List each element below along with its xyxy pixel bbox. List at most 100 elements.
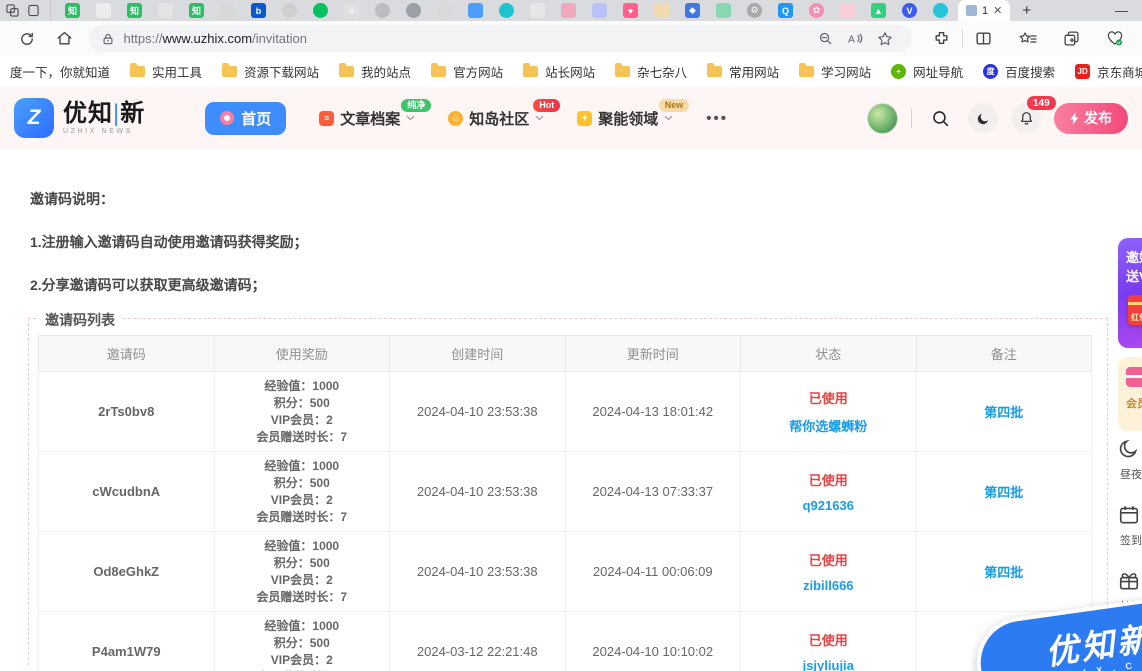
nav-item-home[interactable]: 首页 [205,102,286,135]
invite-vip-banner[interactable]: 邀好送V 红包 [1118,238,1142,348]
favorites-list-icon[interactable] [1013,25,1043,53]
browser-tab[interactable] [429,0,460,21]
status-user-link[interactable]: jsjyliujia [742,658,915,671]
member-gift-banner[interactable]: 会员 [1118,357,1142,431]
user-avatar[interactable] [867,103,898,134]
url-text[interactable]: https://www.uzhix.com/invitation [123,31,810,46]
folder-icon [707,66,722,77]
bookmark-item[interactable]: 度百度搜索 [983,62,1055,81]
reward-line: 会员赠送时长：7 [216,429,389,446]
status-user-link[interactable]: q921636 [742,498,915,513]
browser-tab[interactable] [460,0,491,21]
table-row: 2rTs0bv8经验值：1000积分：500VIP会员：2会员赠送时长：7202… [39,372,1092,452]
right-promo-column: 邀好送V 红包 会员 [1118,238,1142,431]
browser-tab[interactable]: ▲ [863,0,894,21]
bookmark-item[interactable]: 资源下载网站 [222,62,319,81]
table-row: P4am1W79经验值：1000积分：500VIP会员：2会员赠送时长：7202… [39,612,1092,671]
browser-tab[interactable]: ◆ [677,0,708,21]
browser-tab[interactable]: ⚙ [739,0,770,21]
table-column-header: 状态 [741,336,917,372]
read-aloud-icon[interactable]: A [840,25,870,53]
browser-tab[interactable]: 知 [119,0,150,21]
browser-tab[interactable] [646,0,677,21]
refresh-button[interactable] [12,25,42,53]
remark-link[interactable]: 第四批 [984,405,1023,420]
active-tab[interactable]: 1 ✕ [958,0,1010,21]
bookmark-item[interactable]: 度一下，你就知道 [10,62,110,81]
tab-search-icon[interactable] [27,4,40,17]
community-icon: ☺ [448,111,463,126]
browser-tab[interactable] [584,0,615,21]
browser-tab[interactable]: ♥ [615,0,646,21]
browser-tab[interactable]: b [243,0,274,21]
dark-mode-toggle[interactable] [968,103,998,133]
browser-tab[interactable] [708,0,739,21]
archive-icon: ≡ [319,111,334,126]
browser-tab[interactable] [491,0,522,21]
browser-tab[interactable] [305,0,336,21]
new-tab-button[interactable]: + [1022,2,1031,19]
favorite-star-icon[interactable] [870,25,900,53]
extensions-icon[interactable] [926,25,956,53]
browser-toolbar: https://www.uzhix.com/invitation A [0,21,1142,56]
remark-link[interactable]: 第四批 [984,485,1023,500]
bookmark-item[interactable]: JD京东商城 [1075,62,1142,81]
lock-icon[interactable] [101,32,115,46]
bookmark-item[interactable]: 站长网站 [523,62,595,81]
status-user-link[interactable]: zibill666 [742,578,915,593]
browser-tab[interactable] [832,0,863,21]
nav-item-3[interactable]: ✦聚能领域New [577,108,673,129]
bookmark-item[interactable]: 常用网站 [707,62,779,81]
minimize-button[interactable]: — [1115,0,1128,21]
tab-close-icon[interactable]: ✕ [993,4,1002,17]
split-screen-icon[interactable] [969,25,999,53]
browser-tab[interactable] [398,0,429,21]
workspaces-icon[interactable] [6,4,19,17]
browser-tab[interactable] [925,0,956,21]
moon-icon [976,111,991,126]
browser-tab[interactable]: V [894,0,925,21]
browser-tab[interactable] [367,0,398,21]
site-search-icon[interactable] [925,104,955,132]
browser-tab[interactable] [150,0,181,21]
floating-tool-签到[interactable]: 签到 [1118,504,1142,548]
updated-time-cell: 2024-04-10 10:10:02 [565,612,741,671]
floating-tool-昼夜[interactable]: 昼夜 [1118,438,1142,482]
home-button[interactable] [50,25,80,53]
table-row: cWcudbnA经验值：1000积分：500VIP会员：2会员赠送时长：7202… [39,452,1092,532]
zoom-out-icon[interactable] [810,25,840,53]
address-bar[interactable]: https://www.uzhix.com/invitation A [89,25,912,52]
collections-icon[interactable] [1057,25,1087,53]
bookmark-item[interactable]: 我的站点 [339,62,411,81]
nav-item-1[interactable]: ≡文章档案纯净 [319,108,415,129]
browser-tab[interactable]: 知 [57,0,88,21]
created-time-cell: 2024-04-10 23:53:38 [390,452,566,532]
remark-link[interactable]: 第四批 [984,565,1023,580]
bookmark-item[interactable]: 学习网站 [799,62,871,81]
bookmark-label: 京东商城 [1097,62,1142,81]
publish-button[interactable]: 发布 [1054,103,1128,134]
bookmark-item[interactable]: 实用工具 [130,62,202,81]
notifications-button[interactable]: 149 [1011,103,1041,133]
nav-more-button[interactable]: ••• [706,110,728,127]
site-logo-text: 优知|新 [63,102,145,126]
browser-tab[interactable]: ≡ [336,0,367,21]
tab-favicon-icon: Q [778,3,793,18]
tab-favicon-icon: ✿ [809,3,824,18]
remark-cell: 第四批 [916,452,1092,532]
browser-tab[interactable]: Q [770,0,801,21]
browser-tab[interactable] [553,0,584,21]
nav-item-2[interactable]: ☺知岛社区Hot [448,108,544,129]
browser-tab[interactable]: 知 [181,0,212,21]
status-user-link[interactable]: 帮你选螺蛳粉 [742,416,915,435]
browser-tab[interactable] [212,0,243,21]
browser-essentials-icon[interactable] [1100,25,1130,53]
site-logo[interactable]: Z 优知|新 UZHIX NEWS [14,98,145,138]
bookmark-item[interactable]: 官方网站 [431,62,503,81]
browser-tab[interactable]: ✿ [801,0,832,21]
browser-tab[interactable] [274,0,305,21]
bookmark-item[interactable]: 杂七杂八 [615,62,687,81]
browser-tab[interactable] [522,0,553,21]
bookmark-item[interactable]: +网址导航 [891,62,963,81]
browser-tab[interactable] [88,0,119,21]
